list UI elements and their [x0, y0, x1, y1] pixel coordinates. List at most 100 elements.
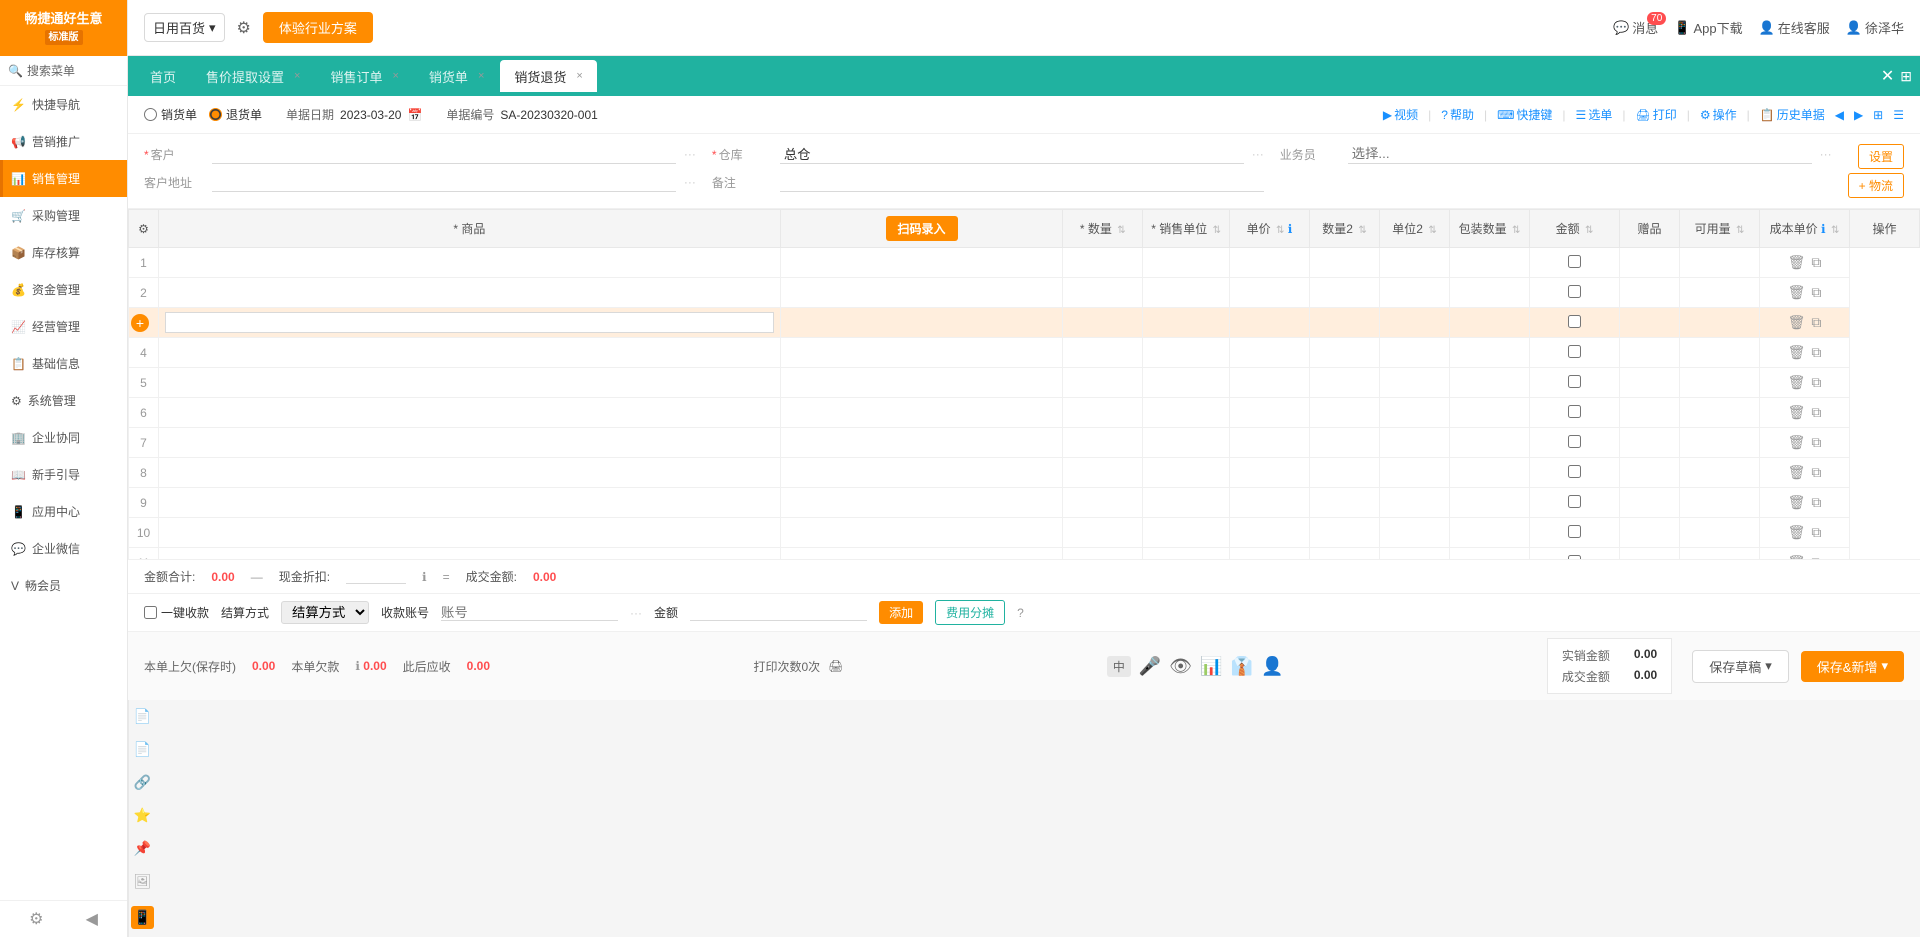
printer-icon[interactable]: 🖨 [828, 659, 843, 673]
gift-checkbox-1[interactable] [1568, 255, 1581, 268]
unit-cell-3[interactable] [1063, 308, 1143, 338]
price-cell-9[interactable] [1143, 488, 1230, 518]
nav-prev-icon[interactable]: ◀ [1835, 108, 1844, 122]
fee-split-btn[interactable]: 费用分摊 [935, 600, 1005, 625]
gift-checkbox-7[interactable] [1568, 435, 1581, 448]
amount-cell-3[interactable] [1450, 308, 1530, 338]
tab-price-settings[interactable]: 售价提取设置 × [192, 60, 314, 92]
pkg-cell-8[interactable] [1380, 458, 1450, 488]
amount-sort-icon[interactable]: ⇅ [1585, 225, 1593, 236]
copy-icon-5[interactable]: ⧉ [1811, 374, 1821, 391]
one-click-checkbox[interactable] [144, 606, 157, 619]
nav-next-icon[interactable]: ▶ [1854, 108, 1863, 122]
price-cell-4[interactable] [1143, 338, 1230, 368]
gift-cell-2[interactable] [1530, 278, 1620, 308]
unit-cell-1[interactable] [1063, 248, 1143, 278]
amount-cell-7[interactable] [1450, 428, 1530, 458]
sidebar-item-apps[interactable]: 📱 应用中心 [0, 493, 127, 530]
sidebar-item-search[interactable]: 🔍 搜索菜单 [0, 56, 127, 86]
unit-cell-11[interactable] [1063, 548, 1143, 560]
qty-cell-5[interactable] [780, 368, 1062, 398]
product-cell-10[interactable] [159, 518, 781, 548]
gift-checkbox-2[interactable] [1568, 285, 1581, 298]
product-input-3[interactable] [165, 312, 774, 333]
qty2-cell-6[interactable] [1230, 398, 1310, 428]
pkg-cell-10[interactable] [1380, 518, 1450, 548]
avail-cell-6[interactable] [1620, 398, 1680, 428]
trial-btn[interactable]: 体验行业方案 [263, 12, 373, 43]
calendar-icon[interactable]: 📅 [407, 108, 422, 122]
sidebar-item-system[interactable]: ⚙ 系统管理 [0, 382, 127, 419]
topbar-settings-button[interactable]: ⚙ [237, 18, 251, 38]
sidebar-item-basic[interactable]: 📋 基础信息 [0, 345, 127, 382]
pkg-cell-4[interactable] [1380, 338, 1450, 368]
avail-cell-2[interactable] [1620, 278, 1680, 308]
qty-cell-11[interactable] [780, 548, 1062, 560]
list-view-icon[interactable]: ☰ [1893, 108, 1904, 122]
logistics-btn[interactable]: + 物流 [1848, 173, 1904, 198]
unit2-sort-icon[interactable]: ⇅ [1428, 225, 1436, 236]
price-sort-icon[interactable]: ⇅ [1276, 225, 1284, 236]
avail-cell-9[interactable] [1620, 488, 1680, 518]
radio-return[interactable]: 退货单 [209, 106, 262, 123]
right-panel-icon-1[interactable]: 📄 [134, 741, 151, 758]
gift-checkbox-4[interactable] [1568, 345, 1581, 358]
qty2-sort-icon[interactable]: ⇅ [1358, 225, 1366, 236]
help-tool[interactable]: ? 帮助 [1441, 106, 1474, 123]
info-icon[interactable]: ℹ [422, 570, 427, 584]
copy-icon-1[interactable]: ⧉ [1811, 254, 1821, 271]
price-cell-5[interactable] [1143, 368, 1230, 398]
product-cell-2[interactable] [159, 278, 781, 308]
right-panel-icon-6[interactable]: 📱 [131, 906, 154, 929]
add-payment-btn[interactable]: 添加 [879, 601, 923, 624]
amount-cell-6[interactable] [1450, 398, 1530, 428]
delete-icon-6[interactable]: 🗑 [1788, 404, 1806, 421]
qty-cell-2[interactable] [780, 278, 1062, 308]
gift-cell-11[interactable] [1530, 548, 1620, 560]
unit2-cell-2[interactable] [1310, 278, 1380, 308]
price-cell-2[interactable] [1143, 278, 1230, 308]
pkg-sort-icon[interactable]: ⇅ [1512, 225, 1520, 236]
pkg-cell-9[interactable] [1380, 488, 1450, 518]
amount-cell-4[interactable] [1450, 338, 1530, 368]
price-cell-7[interactable] [1143, 428, 1230, 458]
delete-icon-10[interactable]: 🗑 [1788, 524, 1806, 541]
cost-cell-9[interactable] [1680, 488, 1760, 518]
settings-btn[interactable]: 设置 [1858, 144, 1904, 169]
product-cell-5[interactable] [159, 368, 781, 398]
gift-cell-3[interactable] [1530, 308, 1620, 338]
cost-sort-icon[interactable]: ⇅ [1831, 225, 1839, 236]
th-scan[interactable]: 扫码录入 [780, 210, 1062, 248]
gift-cell-1[interactable] [1530, 248, 1620, 278]
product-cell-1[interactable] [159, 248, 781, 278]
cost-cell-6[interactable] [1680, 398, 1760, 428]
gift-checkbox-9[interactable] [1568, 495, 1581, 508]
unit2-cell-1[interactable] [1310, 248, 1380, 278]
qty-cell-3[interactable] [780, 308, 1062, 338]
gift-checkbox-6[interactable] [1568, 405, 1581, 418]
sidebar-collapse-icon[interactable]: ◀ [86, 909, 98, 929]
unit-cell-4[interactable] [1063, 338, 1143, 368]
sidebar-item-member[interactable]: V 畅会员 [0, 567, 127, 604]
unit-cell-8[interactable] [1063, 458, 1143, 488]
delete-icon-2[interactable]: 🗑 [1788, 284, 1806, 301]
staff-input[interactable] [1348, 144, 1812, 164]
gift-cell-5[interactable] [1530, 368, 1620, 398]
product-cell-3[interactable] [159, 308, 781, 338]
sidebar-item-guide[interactable]: 📖 新手引导 [0, 456, 127, 493]
daily-category-select[interactable]: 日用百货 ▾ [144, 13, 225, 42]
save-draft-button[interactable]: 保存草稿 ▾ [1692, 650, 1789, 683]
unit2-cell-8[interactable] [1310, 458, 1380, 488]
qty-cell-9[interactable] [780, 488, 1062, 518]
tab-sales-return[interactable]: 销货退货 × [500, 60, 596, 92]
pkg-cell-3[interactable] [1380, 308, 1450, 338]
address-dots-btn[interactable]: ··· [684, 175, 696, 189]
gift-cell-4[interactable] [1530, 338, 1620, 368]
select-tool[interactable]: ☰ 选单 [1576, 106, 1613, 123]
delete-icon-5[interactable]: 🗑 [1788, 374, 1806, 391]
cost-cell-8[interactable] [1680, 458, 1760, 488]
unit2-cell-4[interactable] [1310, 338, 1380, 368]
fee-help-icon[interactable]: ? [1017, 606, 1024, 620]
cost-cell-1[interactable] [1680, 248, 1760, 278]
tab-sales-shipment[interactable]: 销货单 × [415, 60, 498, 92]
